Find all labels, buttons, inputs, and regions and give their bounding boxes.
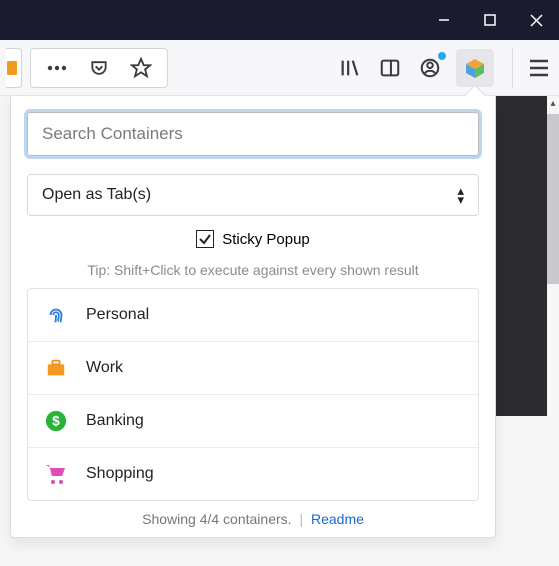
scrollbar-up-button[interactable]: ▴ xyxy=(547,96,559,110)
more-icon xyxy=(47,65,67,71)
dollar-icon: $ xyxy=(44,409,68,433)
select-caret-icon: ▴▾ xyxy=(457,186,464,204)
library-icon xyxy=(339,57,361,79)
container-item-shopping[interactable]: Shopping xyxy=(28,448,478,500)
page-actions-pill xyxy=(30,48,168,88)
bookmark-star-icon xyxy=(130,57,152,79)
containers-list: Personal Work $ Banking Shopping xyxy=(27,288,479,501)
container-item-banking[interactable]: $ Banking xyxy=(28,395,478,448)
page-background-panel xyxy=(495,96,547,416)
sticky-checkbox[interactable] xyxy=(196,230,214,248)
app-menu-button[interactable] xyxy=(525,54,553,82)
notification-dot-icon xyxy=(438,52,446,60)
sidebar-button[interactable] xyxy=(376,54,404,82)
minimize-icon xyxy=(438,14,450,26)
containers-extension-button[interactable] xyxy=(456,49,494,87)
containers-extension-icon xyxy=(463,56,487,80)
container-tab-icon xyxy=(7,59,21,77)
containers-popup: Open as Tab(s) ▴▾ Sticky Popup Tip: Shif… xyxy=(10,96,496,538)
open-as-label: Open as Tab(s) xyxy=(42,186,151,204)
sticky-label: Sticky Popup xyxy=(222,231,310,248)
container-item-label: Work xyxy=(86,359,123,377)
close-icon xyxy=(530,14,543,27)
cart-icon xyxy=(44,462,68,486)
popup-footer: Showing 4/4 containers. | Readme xyxy=(27,511,479,527)
addressbar-container-indicator[interactable] xyxy=(6,48,22,88)
readme-link[interactable]: Readme xyxy=(311,511,364,527)
window-close-button[interactable] xyxy=(513,0,559,40)
page-content: ▴ Open as Tab(s) ▴▾ Sticky Popup Tip: Sh… xyxy=(0,96,559,566)
container-item-label: Shopping xyxy=(86,465,154,483)
showing-count: Showing 4/4 containers. xyxy=(142,511,291,527)
container-item-personal[interactable]: Personal xyxy=(28,289,478,342)
footer-separator: | xyxy=(299,511,303,527)
checkmark-icon xyxy=(198,232,212,246)
account-button[interactable] xyxy=(416,54,444,82)
container-item-label: Banking xyxy=(86,412,144,430)
pocket-button[interactable] xyxy=(85,54,113,82)
container-item-work[interactable]: Work xyxy=(28,342,478,395)
hamburger-menu-icon xyxy=(529,59,549,77)
account-icon xyxy=(419,57,441,79)
container-item-label: Personal xyxy=(86,306,149,324)
scrollbar-thumb[interactable] xyxy=(547,114,559,284)
briefcase-icon xyxy=(44,356,68,380)
page-actions-button[interactable] xyxy=(43,54,71,82)
sticky-popup-row[interactable]: Sticky Popup xyxy=(27,230,479,248)
tip-text: Tip: Shift+Click to execute against ever… xyxy=(27,262,479,278)
pocket-icon xyxy=(89,58,109,78)
fingerprint-icon xyxy=(44,303,68,327)
maximize-icon xyxy=(484,14,496,26)
library-button[interactable] xyxy=(336,54,364,82)
sidebar-icon xyxy=(379,57,401,79)
open-as-select[interactable]: Open as Tab(s) ▴▾ xyxy=(27,174,479,216)
window-minimize-button[interactable] xyxy=(421,0,467,40)
search-input[interactable] xyxy=(27,112,479,156)
bookmark-button[interactable] xyxy=(127,54,155,82)
window-titlebar xyxy=(0,0,559,40)
svg-text:$: $ xyxy=(52,414,60,429)
window-maximize-button[interactable] xyxy=(467,0,513,40)
